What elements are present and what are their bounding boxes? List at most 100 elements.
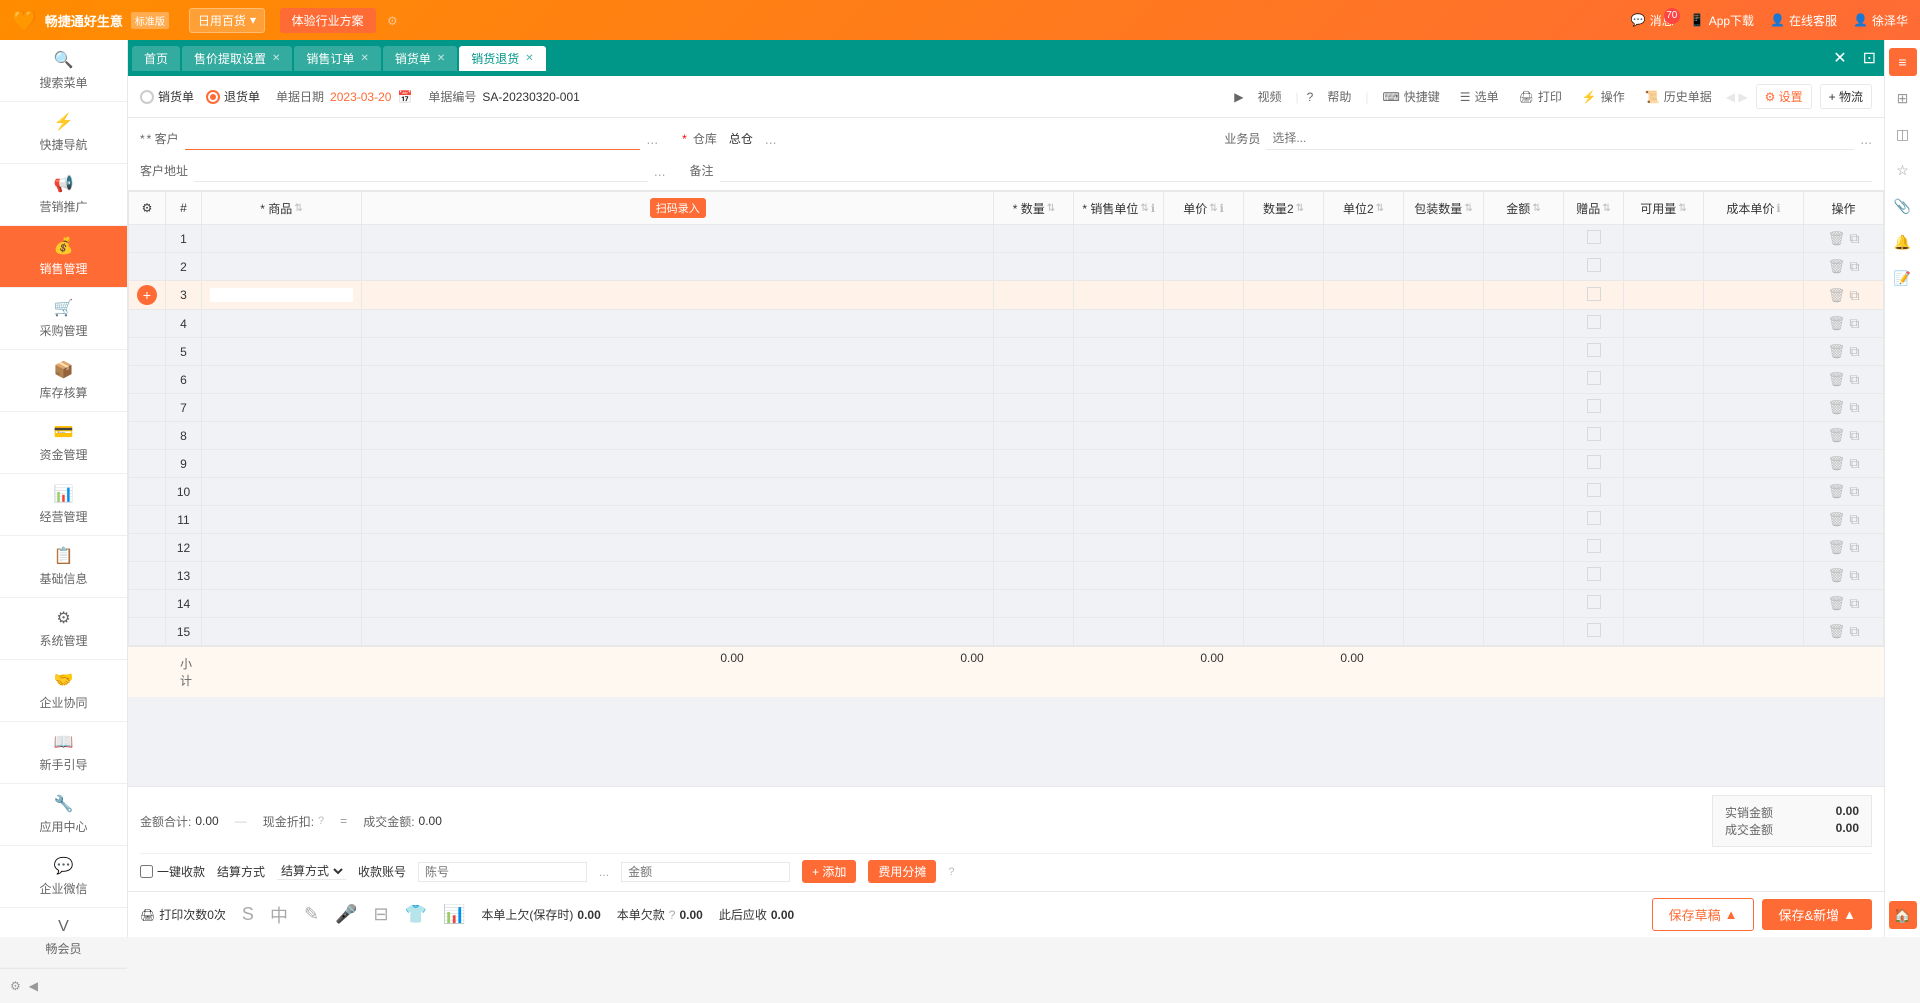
copy-row-icon[interactable]: ⧉ (1849, 455, 1859, 472)
expense-help-icon[interactable]: ? (948, 866, 954, 878)
calc-select[interactable]: 结算方式 (277, 863, 346, 880)
copy-row-icon[interactable]: ⧉ (1849, 511, 1859, 528)
discount-info-icon[interactable]: ? (318, 815, 324, 827)
collapse-icon[interactable]: ◀ (29, 979, 38, 993)
sidebar-item-member[interactable]: V 畅会员 (0, 908, 127, 968)
right-panel-note[interactable]: 📝 (1889, 264, 1917, 292)
user-button[interactable]: 👤 徐泽华 (1853, 12, 1908, 29)
row-gift-cell[interactable] (1564, 534, 1624, 562)
th-avail[interactable]: 可用量 ⇅ (1624, 192, 1704, 225)
th-price[interactable]: 单价 ⇅ ℹ (1164, 192, 1244, 225)
row-gift-cell[interactable] (1564, 366, 1624, 394)
tab-price-close[interactable]: ✕ (272, 53, 280, 64)
one-click-checkbox-input[interactable] (140, 865, 153, 878)
delete-row-icon[interactable]: 🗑 (1828, 315, 1846, 332)
copy-row-icon[interactable]: ⧉ (1849, 371, 1859, 388)
app-download-button[interactable]: 📱 App下载 (1690, 12, 1754, 29)
gift-checkbox[interactable] (1587, 287, 1601, 301)
row-gift-cell[interactable] (1564, 450, 1624, 478)
customer-dots[interactable]: ... (646, 131, 658, 147)
delete-row-icon[interactable]: 🗑 (1828, 399, 1846, 416)
delete-row-icon[interactable]: 🗑 (1828, 567, 1846, 584)
trial-button[interactable]: 体验行业方案 (280, 8, 376, 33)
one-click-payment-checkbox[interactable]: 一键收款 (140, 863, 205, 880)
delete-row-icon[interactable]: 🗑 (1828, 511, 1846, 528)
maximize-tab[interactable]: ⊡ (1859, 44, 1880, 72)
settings-right-btn[interactable]: ⚙ 设置 (1756, 84, 1812, 109)
copy-row-icon[interactable]: ⧉ (1849, 315, 1859, 332)
right-panel-favorite[interactable]: ☆ (1889, 156, 1917, 184)
save-draft-button[interactable]: 保存草稿 ▲ (1652, 898, 1755, 931)
tool-icon-6[interactable]: 👕 (405, 904, 427, 925)
right-panel-grid-view[interactable]: ⊞ (1889, 84, 1917, 112)
th-qty[interactable]: * 数量 ⇅ (994, 192, 1074, 225)
right-panel-notification[interactable]: 🔔 (1889, 228, 1917, 256)
copy-row-icon[interactable]: ⧉ (1849, 483, 1859, 500)
expense-button[interactable]: 费用分摊 (868, 860, 936, 883)
product-input[interactable] (210, 288, 353, 302)
row-gift-cell[interactable] (1564, 618, 1624, 646)
gift-checkbox[interactable] (1587, 371, 1601, 385)
copy-row-icon[interactable]: ⧉ (1849, 343, 1859, 360)
message-button[interactable]: 💬 消息 70 (1631, 12, 1674, 29)
amount-input[interactable] (621, 862, 790, 882)
row-gift-cell[interactable] (1564, 478, 1624, 506)
sidebar-item-marketing[interactable]: 📢 营销推广 (0, 164, 127, 226)
tool-icon-7[interactable]: 📊 (443, 904, 465, 925)
save-new-button[interactable]: 保存&新增 ▲ (1762, 899, 1872, 930)
th-unit2[interactable]: 单位2 ⇅ (1324, 192, 1404, 225)
copy-row-icon[interactable]: ⧉ (1849, 287, 1859, 304)
operate-btn[interactable]: ⚡ 操作 (1576, 86, 1631, 107)
tab-sales-order-close[interactable]: ✕ (360, 53, 368, 64)
note-input[interactable] (720, 159, 1872, 182)
sidebar-item-purchase[interactable]: 🛒 采购管理 (0, 288, 127, 350)
print-btn[interactable]: 🖨 打印 (1513, 86, 1568, 107)
th-unit[interactable]: * 销售单位 ⇅ ℹ (1074, 192, 1164, 225)
right-panel-list-view[interactable]: ≡ (1889, 48, 1917, 76)
logistics-btn[interactable]: + 物流 (1820, 84, 1872, 109)
gift-checkbox[interactable] (1587, 511, 1601, 525)
copy-row-icon[interactable]: ⧉ (1849, 258, 1859, 275)
account-input[interactable] (418, 862, 587, 882)
copy-row-icon[interactable]: ⧉ (1849, 399, 1859, 416)
delete-row-icon[interactable]: 🗑 (1828, 343, 1846, 360)
row-gift-cell[interactable] (1564, 506, 1624, 534)
delete-row-icon[interactable]: 🗑 (1828, 258, 1846, 275)
customer-input[interactable] (185, 127, 641, 150)
th-product[interactable]: * 商品 ⇅ (202, 192, 362, 225)
sidebar-item-guide[interactable]: 📖 新手引导 (0, 722, 127, 784)
sidebar-item-finance[interactable]: 💳 资金管理 (0, 412, 127, 474)
delete-row-icon[interactable]: 🗑 (1828, 483, 1846, 500)
delete-row-icon[interactable]: 🗑 (1828, 287, 1846, 304)
gift-checkbox[interactable] (1587, 399, 1601, 413)
add-button[interactable]: + 添加 (802, 860, 856, 883)
right-panel-attachment[interactable]: 📎 (1889, 192, 1917, 220)
sidebar-item-search[interactable]: 🔍 搜索菜单 (0, 40, 127, 102)
scan-button[interactable]: 扫码录入 (650, 198, 706, 218)
sidebar-item-inventory[interactable]: 📦 库存核算 (0, 350, 127, 412)
tab-home[interactable]: 首页 (132, 46, 180, 71)
sidebar-item-collab[interactable]: 🤝 企业协同 (0, 660, 127, 722)
delete-row-icon[interactable]: 🗑 (1828, 455, 1846, 472)
th-scan[interactable]: 扫码录入 (362, 192, 994, 225)
row-gift-cell[interactable] (1564, 225, 1624, 253)
delete-row-icon[interactable]: 🗑 (1828, 595, 1846, 612)
row-gift-cell[interactable] (1564, 422, 1624, 450)
copy-row-icon[interactable]: ⧉ (1849, 539, 1859, 556)
add-row-button[interactable]: + (137, 285, 157, 305)
tool-icon-1[interactable]: S (242, 904, 254, 925)
row-gift-cell[interactable] (1564, 394, 1624, 422)
tool-icon-4[interactable]: 🎤 (335, 904, 357, 925)
industry-selector[interactable]: 日用百货 ▾ (189, 8, 265, 33)
gift-checkbox[interactable] (1587, 258, 1601, 272)
tab-sales-return[interactable]: 销货退货 ✕ (459, 46, 545, 71)
row-product-cell[interactable] (202, 281, 362, 310)
address-dots[interactable]: ... (654, 163, 666, 179)
tool-icon-3[interactable]: ✎ (304, 904, 319, 925)
sidebar-item-operation[interactable]: 📊 经营管理 (0, 474, 127, 536)
address-input[interactable] (194, 159, 648, 182)
row-gift-cell[interactable] (1564, 253, 1624, 281)
gift-checkbox[interactable] (1587, 315, 1601, 329)
th-pack[interactable]: 包装数量 ⇅ (1404, 192, 1484, 225)
help-btn[interactable]: 帮助 (1321, 86, 1357, 107)
